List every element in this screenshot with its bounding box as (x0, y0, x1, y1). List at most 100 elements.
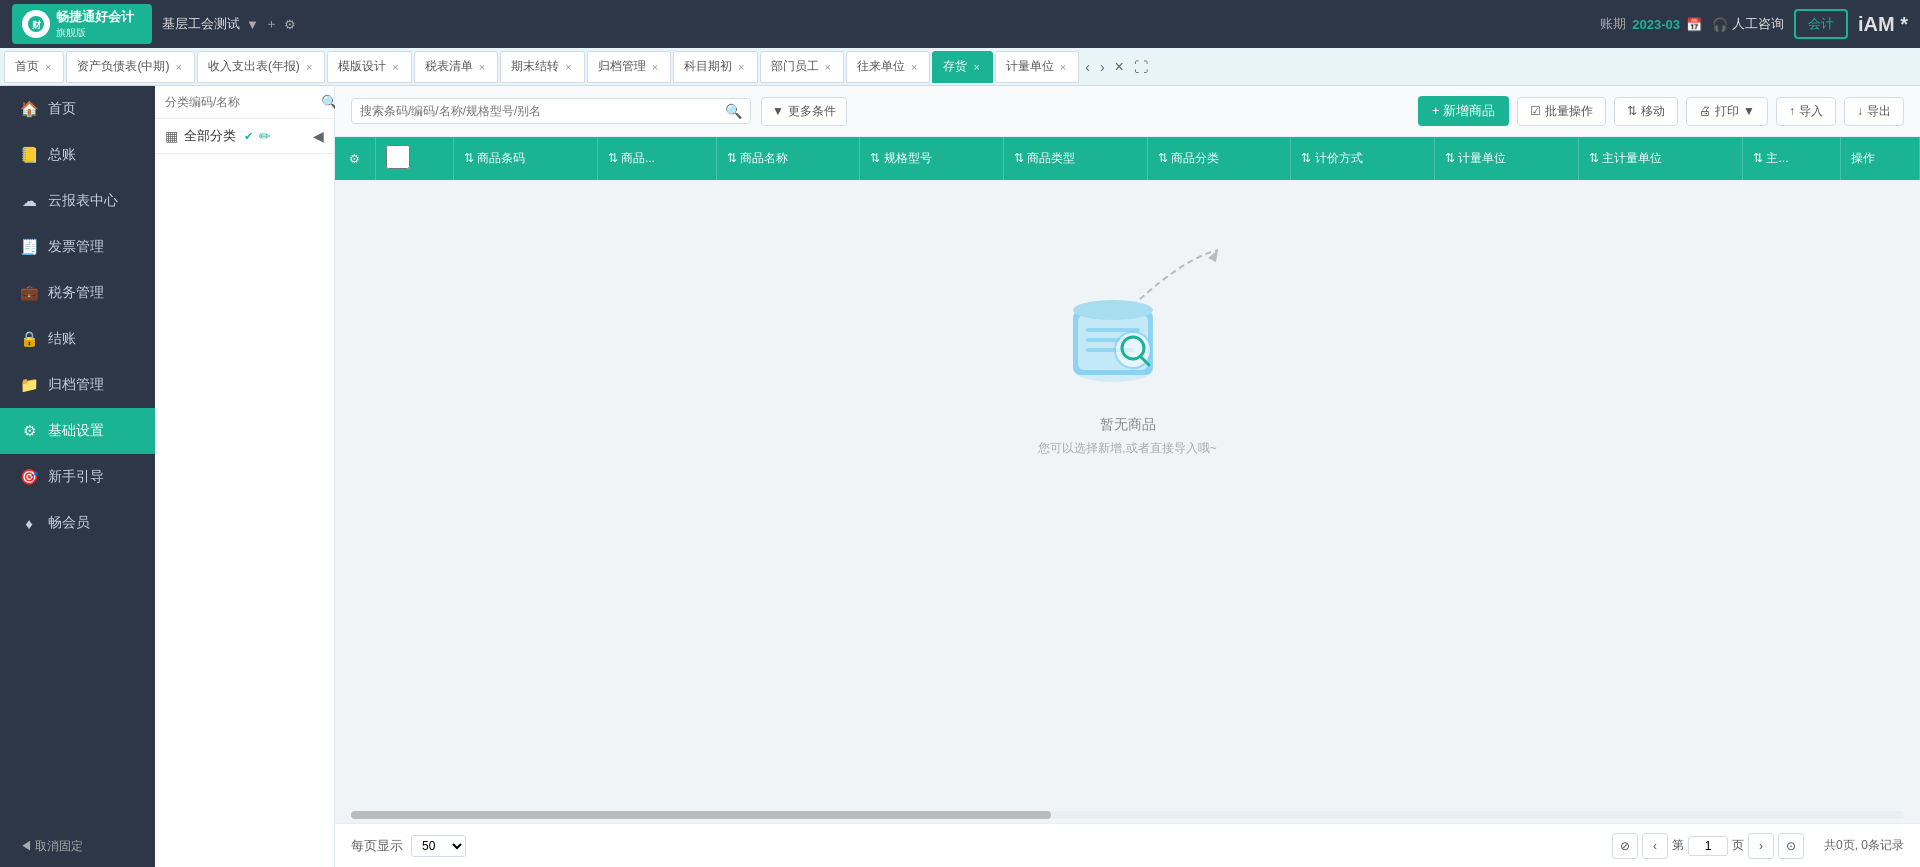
category-collapse-btn[interactable]: ◀ (313, 128, 324, 144)
tab-unit[interactable]: 计量单位 × (995, 51, 1079, 83)
export-btn[interactable]: ↓ 导出 (1844, 97, 1904, 126)
page-first-btn[interactable]: ⊘ (1612, 833, 1638, 859)
th-checkbox[interactable] (375, 137, 453, 180)
sidebar-item-tax[interactable]: 💼 税务管理 (0, 270, 155, 316)
unpin-btn[interactable]: ◀ 取消固定 (0, 826, 155, 867)
tab-close-inventory[interactable]: × (971, 61, 981, 73)
sidebar-item-member[interactable]: ♦ 畅会员 (0, 500, 155, 546)
ai-consult-btn[interactable]: 🎧 人工咨询 (1712, 15, 1784, 33)
th-code[interactable]: ⇅ 商品... (597, 137, 716, 180)
move-btn[interactable]: ⇅ 移动 (1614, 97, 1678, 126)
th-name[interactable]: ⇅ 商品名称 (716, 137, 860, 180)
tab-close-balance[interactable]: × (173, 61, 183, 73)
sidebar-item-archive[interactable]: 📁 归档管理 (0, 362, 155, 408)
th-barcode[interactable]: ⇅ 商品条码 (453, 137, 597, 180)
sidebar-item-invoice[interactable]: 🧾 发票管理 (0, 224, 155, 270)
add-company-btn[interactable]: ＋ (265, 15, 278, 33)
empty-doc-icon (1048, 270, 1178, 400)
th-main-unit[interactable]: ⇅ 主计量单位 (1578, 137, 1743, 180)
th-category[interactable]: ⇅ 商品分类 (1147, 137, 1291, 180)
add-product-btn[interactable]: + 新增商品 (1418, 96, 1509, 126)
grid-icon: ▦ (165, 128, 178, 144)
settings-gear-icon[interactable]: ⚙ (284, 17, 296, 32)
category-search-bar: 🔍 (155, 86, 334, 119)
account-btn[interactable]: 会计 (1794, 9, 1848, 39)
logo-icon: 财 (22, 10, 50, 38)
search-input-wrap: 🔍 (351, 98, 751, 124)
category-edit-icon[interactable]: ✏ (259, 128, 271, 144)
tab-close-all-btn[interactable]: × (1111, 58, 1128, 76)
filter-more-btn[interactable]: ▼ 更多条件 (761, 97, 847, 126)
sidebar-item-close[interactable]: 🔒 结账 (0, 316, 155, 362)
print-btn[interactable]: 🖨 打印 ▼ (1686, 97, 1768, 126)
page-number-input[interactable] (1688, 836, 1728, 856)
tab-close-customer[interactable]: × (909, 61, 919, 73)
tab-expand-btn[interactable]: ⛶ (1130, 59, 1152, 75)
th-spec[interactable]: ⇅ 规格型号 (860, 137, 1004, 180)
sidebar-item-settings[interactable]: ⚙ 基础设置 (0, 408, 155, 454)
horizontal-scrollbar[interactable] (351, 811, 1904, 819)
import-icon: ↑ (1789, 104, 1795, 118)
tab-periodend[interactable]: 期末结转 × (500, 51, 584, 83)
tab-close-dept-staff[interactable]: × (823, 61, 833, 73)
tab-dept-staff[interactable]: 部门员工 × (760, 51, 844, 83)
tab-close-unit[interactable]: × (1058, 61, 1068, 73)
archive-icon: 📁 (20, 376, 38, 394)
tab-inventory[interactable]: 存货 × (932, 51, 992, 83)
tab-close-archive[interactable]: × (650, 61, 660, 73)
category-search-input[interactable] (165, 95, 315, 109)
page-prev-btn[interactable]: ‹ (1642, 833, 1668, 859)
settings-icon: ⚙ (20, 422, 38, 440)
scroll-thumb[interactable] (351, 811, 1051, 819)
sidebar-item-reports[interactable]: ☁ 云报表中心 (0, 178, 155, 224)
tab-next-btn[interactable]: › (1096, 59, 1109, 75)
import-btn[interactable]: ↑ 导入 (1776, 97, 1836, 126)
search-input[interactable] (360, 104, 719, 118)
tab-income[interactable]: 收入支出表(年报) × (197, 51, 325, 83)
per-page-select[interactable]: 20 50 100 (411, 835, 466, 857)
close-lock-icon: 🔒 (20, 330, 38, 348)
select-all-checkbox[interactable] (386, 145, 410, 169)
th-price-method[interactable]: ⇅ 计价方式 (1291, 137, 1435, 180)
th-settings[interactable]: ⚙ (335, 137, 375, 180)
print-icon: 🖨 (1699, 104, 1711, 118)
invoice-icon: 🧾 (20, 238, 38, 256)
iam-label: iAM * (1858, 13, 1908, 36)
tab-archive[interactable]: 归档管理 × (587, 51, 671, 83)
tab-close-subject-init[interactable]: × (736, 61, 746, 73)
period-value: 2023-03 (1632, 17, 1680, 32)
tab-close-income[interactable]: × (304, 61, 314, 73)
category-check-icon: ✔ (244, 130, 253, 143)
tab-taxlist[interactable]: 税表清单 × (414, 51, 498, 83)
calendar-icon[interactable]: 📅 (1686, 17, 1702, 32)
tab-close-home[interactable]: × (43, 61, 53, 73)
header: 财 畅捷通好会计 旗舰版 基层工会测试 ▼ ＋ ⚙ 账期 2023-03 📅 🎧… (0, 0, 1920, 48)
tab-close-taxlist[interactable]: × (477, 61, 487, 73)
th-type[interactable]: ⇅ 商品类型 (1004, 137, 1148, 180)
tab-template[interactable]: 模版设计 × (327, 51, 411, 83)
tab-home[interactable]: 首页 × (4, 51, 64, 83)
toolbar-right: + 新增商品 ☑ 批量操作 ⇅ 移动 🖨 打印 (1418, 96, 1904, 126)
th-extra[interactable]: ⇅ 主... (1743, 137, 1841, 180)
product-table: ⚙ ⇅ 商品条码 ⇅ 商品... (335, 137, 1920, 180)
move-icon: ⇅ (1627, 104, 1637, 118)
tab-prev-btn[interactable]: ‹ (1081, 59, 1094, 75)
tab-balance[interactable]: 资产负债表(中期) × (66, 51, 194, 83)
logo-main-text: 畅捷通好会计 (56, 8, 134, 26)
table-header-row: ⚙ ⇅ 商品条码 ⇅ 商品... (335, 137, 1920, 180)
page-last-btn[interactable]: ⊙ (1778, 833, 1804, 859)
sidebar-item-home[interactable]: 🏠 首页 (0, 86, 155, 132)
page-next-btn[interactable]: › (1748, 833, 1774, 859)
headphone-icon: 🎧 (1712, 17, 1728, 32)
tab-subject-init[interactable]: 科目期初 × (673, 51, 757, 83)
tab-close-periodend[interactable]: × (563, 61, 573, 73)
sidebar-item-guide[interactable]: 🎯 新手引导 (0, 454, 155, 500)
batch-icon: ☑ (1530, 104, 1541, 118)
search-icon[interactable]: 🔍 (725, 103, 742, 119)
tab-customer[interactable]: 往来单位 × (846, 51, 930, 83)
ledger-icon: 📒 (20, 146, 38, 164)
tab-close-template[interactable]: × (390, 61, 400, 73)
sidebar-item-ledger[interactable]: 📒 总账 (0, 132, 155, 178)
th-unit[interactable]: ⇅ 计量单位 (1434, 137, 1578, 180)
batch-operate-btn[interactable]: ☑ 批量操作 (1517, 97, 1606, 126)
